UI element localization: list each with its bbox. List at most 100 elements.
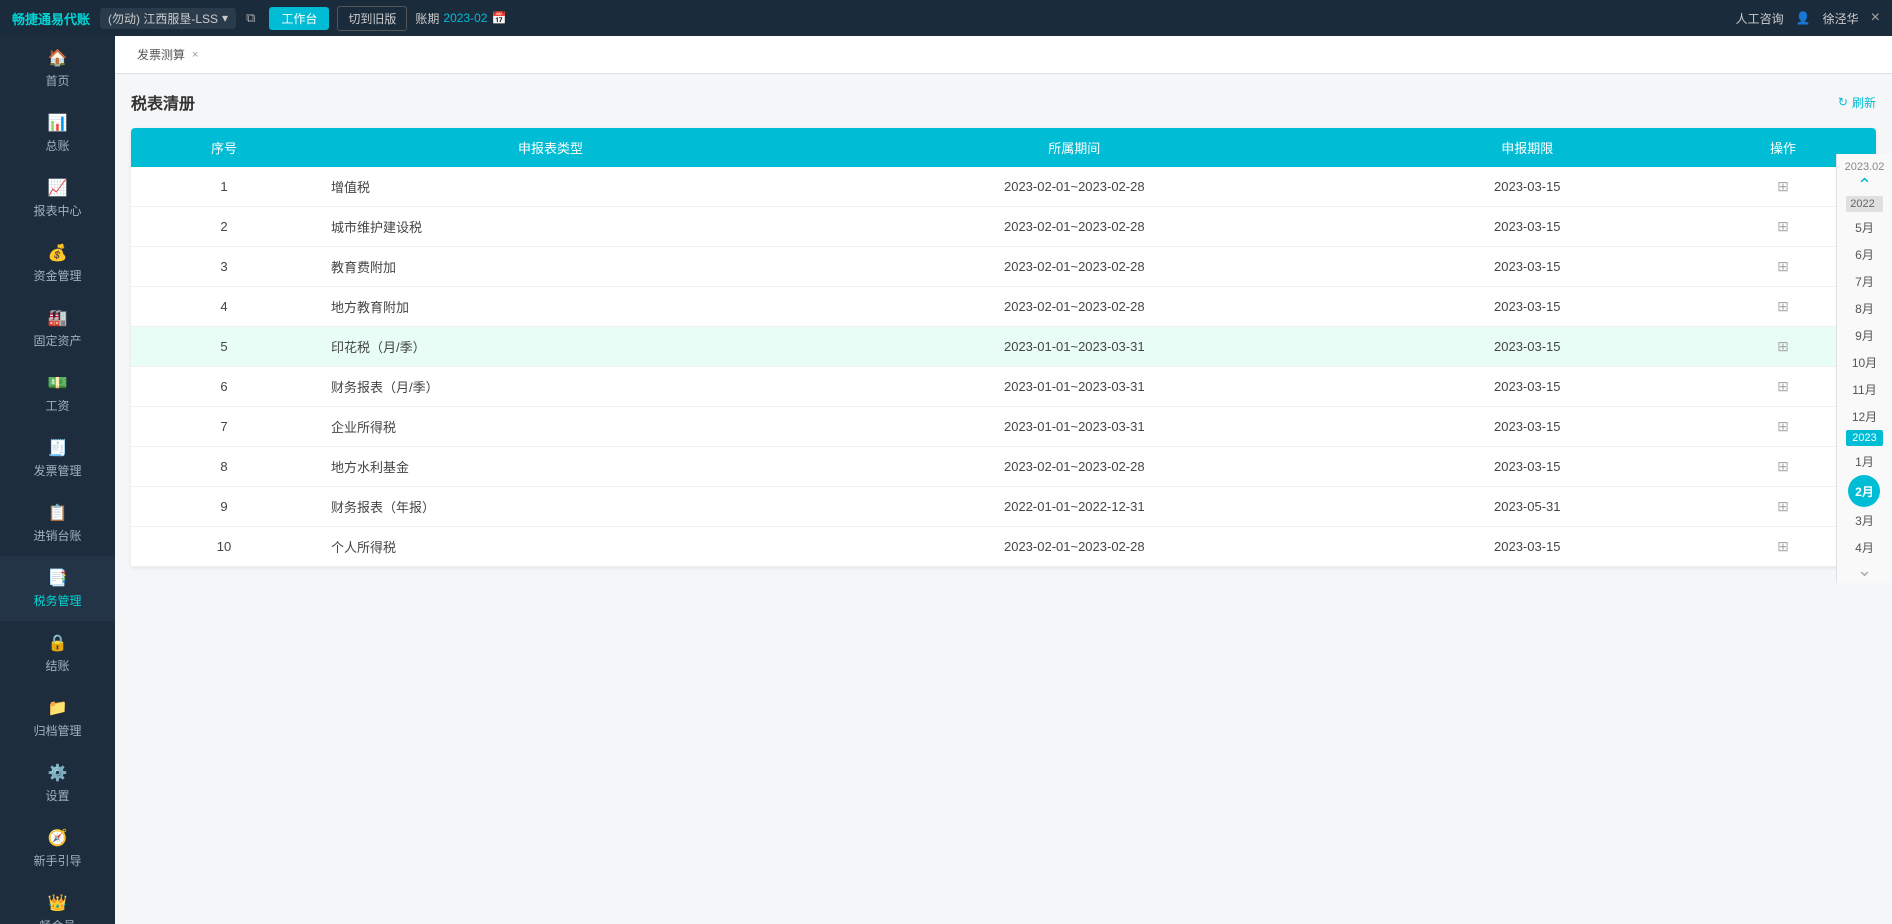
date-nav-month-2022-7月[interactable]: 7月 (1846, 268, 1882, 295)
sidebar-label-archive: 归档管理 (33, 722, 81, 739)
sidebar: 🏠 首页 📊 总账 📈 报表中心 💰 资金管理 🏭 固定资产 💵 工资 🧾 发票… (0, 36, 115, 924)
sidebar-item-ledger[interactable]: 📊 总账 (0, 101, 115, 166)
cell-deadline: 2023-03-15 (1365, 167, 1690, 207)
action-icon[interactable]: ⊞ (1777, 258, 1789, 274)
cell-no: 2 (131, 207, 317, 247)
sidebar-label-member: 畅会员 (39, 917, 75, 924)
action-icon[interactable]: ⊞ (1777, 298, 1789, 314)
sidebar-label-fixed: 固定资产 (33, 332, 81, 349)
date-nav-year-2022[interactable]: 2022 (1846, 196, 1882, 212)
cell-no: 9 (131, 487, 317, 527)
tab-invoice_calc[interactable]: 发票测算× (125, 40, 234, 69)
period-display: 账期 2023-02 📅 (415, 10, 506, 27)
action-icon[interactable]: ⊞ (1777, 498, 1789, 514)
report-icon: 📈 (48, 178, 68, 198)
table-row: 9 财务报表（年报） 2022-01-01~2022-12-31 2023-05… (131, 487, 1876, 527)
cell-type: 财务报表（月/季） (317, 367, 784, 407)
top-bar: 畅捷通易代账 (勿动) 江西服垦-LSS ▾ ⧉ 工作台 切到旧版 账期 202… (0, 0, 1892, 36)
table-row: 5 印花税（月/季） 2023-01-01~2023-03-31 2023-03… (131, 327, 1876, 367)
app-logo: 畅捷通易代账 (12, 9, 90, 28)
sidebar-item-report[interactable]: 📈 报表中心 (0, 166, 115, 231)
sidebar-item-guide[interactable]: 🧭 新手引导 (0, 816, 115, 881)
date-nav-month-2022-12月[interactable]: 12月 (1846, 403, 1882, 430)
settings-icon: ⚙️ (48, 763, 68, 783)
table-row: 8 地方水利基金 2023-02-01~2023-02-28 2023-03-1… (131, 447, 1876, 487)
action-icon[interactable]: ⊞ (1777, 218, 1789, 234)
tab-close-invoice_calc[interactable]: × (192, 49, 198, 61)
date-nav-month-2022-11月[interactable]: 11月 (1846, 376, 1882, 403)
sidebar-item-fund[interactable]: 💰 资金管理 (0, 231, 115, 296)
sidebar-item-closing[interactable]: 🔒 结账 (0, 621, 115, 686)
date-nav-year-2023[interactable]: 2023 (1846, 430, 1882, 446)
main-layout: 🏠 首页 📊 总账 📈 报表中心 💰 资金管理 🏭 固定资产 💵 工资 🧾 发票… (0, 36, 1892, 924)
date-nav-month-2023-1月[interactable]: 1月 (1846, 448, 1882, 475)
date-nav-month-2022-9月[interactable]: 9月 (1846, 322, 1882, 349)
workspace-button[interactable]: 工作台 (269, 7, 329, 30)
sidebar-item-fixed[interactable]: 🏭 固定资产 (0, 296, 115, 361)
ai-consult[interactable]: 人工咨询 (1736, 10, 1784, 27)
user-avatar: 👤 (1796, 11, 1811, 25)
date-nav-up-button[interactable]: ⌃ (1857, 176, 1872, 194)
table-row: 2 城市维护建设税 2023-02-01~2023-02-28 2023-03-… (131, 207, 1876, 247)
date-nav-down-button[interactable]: ⌄ (1857, 561, 1872, 579)
sidebar-item-archive[interactable]: 📁 归档管理 (0, 686, 115, 751)
sidebar-label-tax: 税务管理 (33, 592, 81, 609)
page-content: 税表清册 ↻ 刷新 序号申报表类型所属期间申报期限操作 1 增值税 2023-0… (115, 74, 1892, 924)
sidebar-item-reconcile[interactable]: 📋 进销台账 (0, 491, 115, 556)
old-version-button[interactable]: 切到旧版 (337, 6, 407, 31)
action-icon[interactable]: ⊞ (1777, 378, 1789, 394)
sidebar-item-salary[interactable]: 💵 工资 (0, 361, 115, 426)
fund-icon: 💰 (48, 243, 68, 263)
cell-deadline: 2023-03-15 (1365, 247, 1690, 287)
calendar-icon[interactable]: 📅 (491, 11, 506, 25)
salary-icon: 💵 (48, 373, 68, 393)
cell-period: 2023-02-01~2023-02-28 (784, 447, 1365, 487)
date-nav-month-2023-4月[interactable]: 4月 (1846, 534, 1882, 561)
ledger-icon: 📊 (48, 113, 68, 133)
sidebar-label-report: 报表中心 (33, 202, 81, 219)
col-header-申报期限: 申报期限 (1365, 128, 1690, 167)
date-nav-month-2022-10月[interactable]: 10月 (1846, 349, 1882, 376)
cell-deadline: 2023-03-15 (1365, 287, 1690, 327)
cell-period: 2023-02-01~2023-02-28 (784, 207, 1365, 247)
sidebar-item-tax[interactable]: 📑 税务管理 (0, 556, 115, 621)
cell-deadline: 2023-03-15 (1365, 407, 1690, 447)
action-icon[interactable]: ⊞ (1777, 178, 1789, 194)
sidebar-item-settings[interactable]: ⚙️ 设置 (0, 751, 115, 816)
user-name[interactable]: 徐泾华 (1823, 10, 1859, 27)
copy-icon[interactable]: ⧉ (246, 10, 255, 26)
sidebar-label-closing: 结账 (45, 657, 69, 674)
sidebar-label-home: 首页 (45, 72, 69, 89)
refresh-button[interactable]: ↻ 刷新 (1838, 94, 1876, 111)
company-selector[interactable]: (勿动) 江西服垦-LSS ▾ (100, 8, 236, 29)
action-icon[interactable]: ⊞ (1777, 538, 1789, 554)
cell-type: 城市维护建设税 (317, 207, 784, 247)
date-nav-month-2022-8月[interactable]: 8月 (1846, 295, 1882, 322)
cell-period: 2022-01-01~2022-12-31 (784, 487, 1365, 527)
action-icon[interactable]: ⊞ (1777, 458, 1789, 474)
sidebar-item-member[interactable]: 👑 畅会员 (0, 881, 115, 924)
table-row: 10 个人所得税 2023-02-01~2023-02-28 2023-03-1… (131, 527, 1876, 567)
invoice-icon: 🧾 (48, 438, 68, 458)
home-icon: 🏠 (48, 48, 68, 68)
cell-deadline: 2023-03-15 (1365, 327, 1690, 367)
date-nav-month-2022-5月[interactable]: 5月 (1846, 214, 1882, 241)
sidebar-label-guide: 新手引导 (33, 852, 81, 869)
cell-no: 1 (131, 167, 317, 207)
table-row: 7 企业所得税 2023-01-01~2023-03-31 2023-03-15… (131, 407, 1876, 447)
sidebar-item-home[interactable]: 🏠 首页 (0, 36, 115, 101)
action-icon[interactable]: ⊞ (1777, 338, 1789, 354)
date-navigator: 2023.02 ⌃ 20225月6月7月8月9月10月11月12月20231月2… (1836, 154, 1892, 583)
sidebar-label-salary: 工资 (45, 397, 69, 414)
sidebar-label-reconcile: 进销台账 (33, 527, 81, 544)
date-nav-month-2023-2月[interactable]: 2月 (1848, 475, 1880, 507)
reconcile-icon: 📋 (48, 503, 68, 523)
fixed-icon: 🏭 (48, 308, 68, 328)
action-icon[interactable]: ⊞ (1777, 418, 1789, 434)
date-nav-month-2022-6月[interactable]: 6月 (1846, 241, 1882, 268)
close-window-icon[interactable]: × (1871, 9, 1880, 27)
page-title: 税表清册 (131, 90, 195, 114)
sidebar-item-invoice[interactable]: 🧾 发票管理 (0, 426, 115, 491)
closing-icon: 🔒 (48, 633, 68, 653)
date-nav-month-2023-3月[interactable]: 3月 (1846, 507, 1882, 534)
